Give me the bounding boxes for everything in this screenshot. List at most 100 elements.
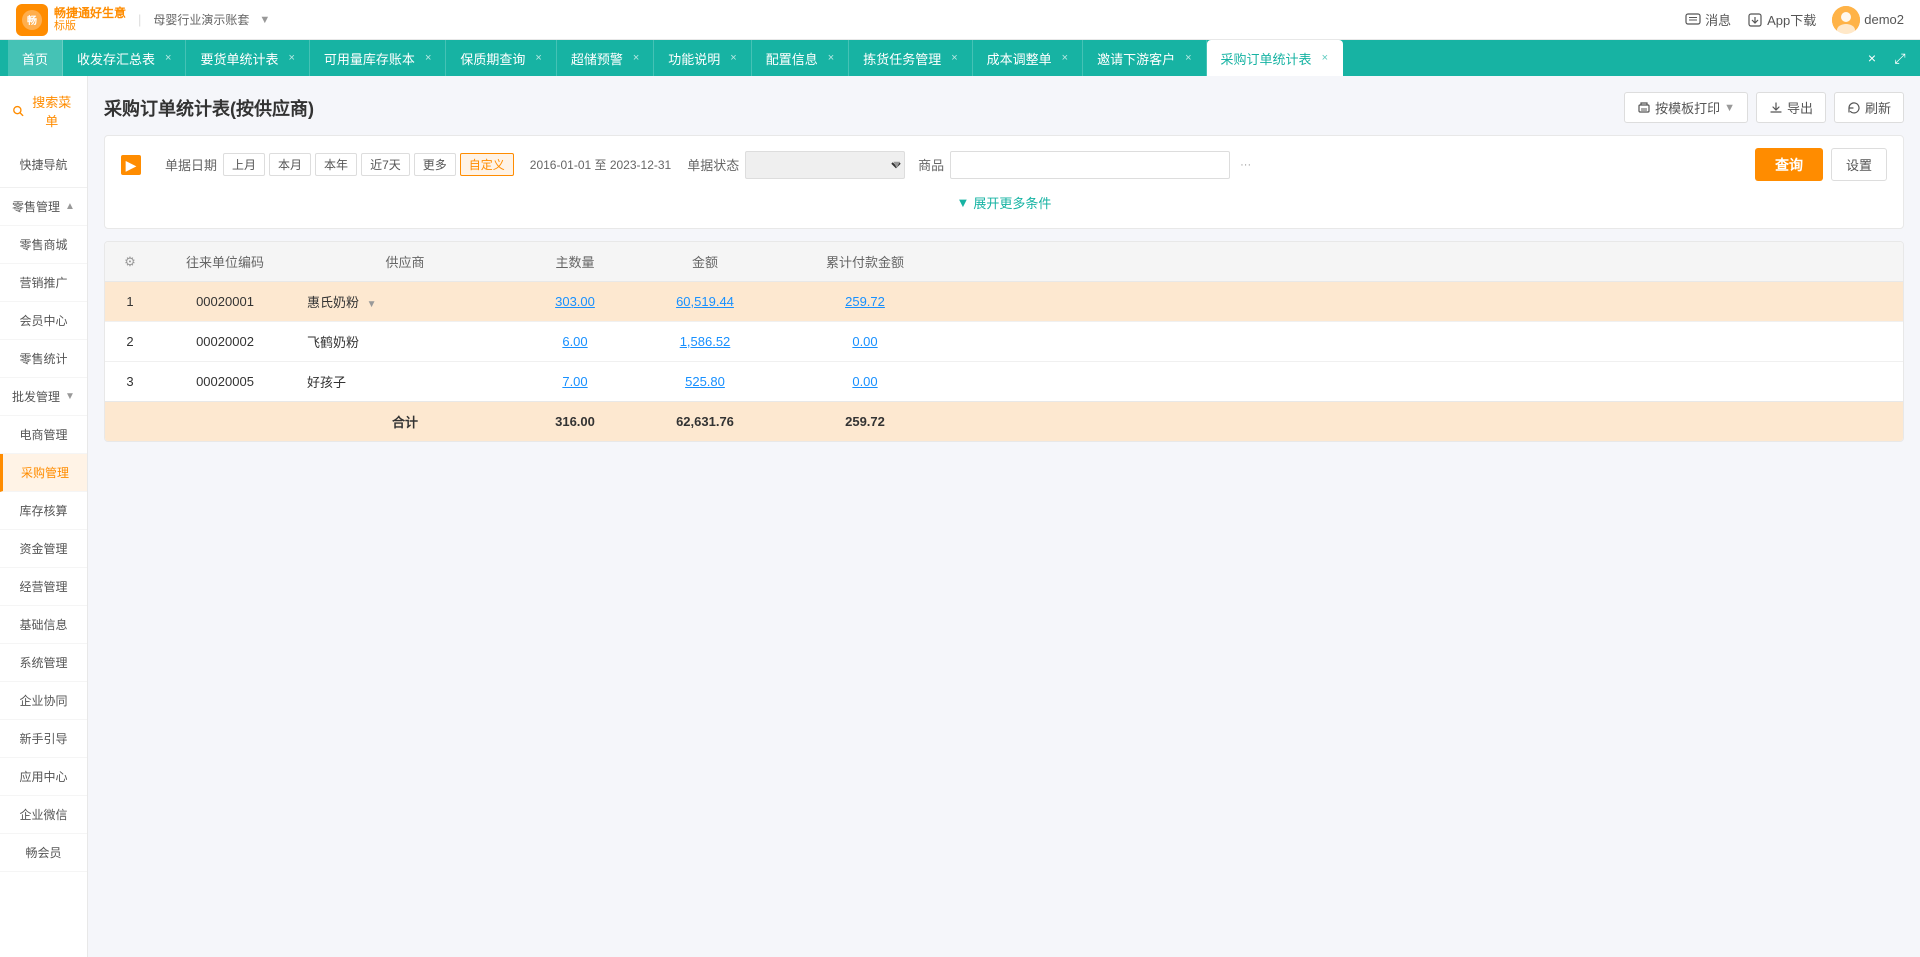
cell-amount[interactable]: 525.80 xyxy=(635,362,775,402)
filter-date-range: 2016-01-01 至 2023-12-31 xyxy=(530,156,671,173)
sidebar-item-enterprise[interactable]: 企业协同 xyxy=(0,682,87,720)
tab-config-info[interactable]: 配置信息 × xyxy=(752,40,849,76)
tab-close-purchase-order-stats[interactable]: × xyxy=(1322,52,1328,64)
sidebar-item-retail-stats[interactable]: 零售统计 xyxy=(0,340,87,378)
sidebar-quick-section: 快捷导航 xyxy=(0,146,87,188)
col-header-qty: 主数量 xyxy=(515,242,635,282)
filter-goods-input[interactable] xyxy=(950,151,1230,179)
filter-date-7days[interactable]: 近7天 xyxy=(361,153,410,176)
tab-home[interactable]: 首页 xyxy=(8,40,63,76)
sidebar-item-system[interactable]: 系统管理 xyxy=(0,644,87,682)
search-menu-button[interactable]: 搜索菜单 xyxy=(6,86,81,136)
data-table: ⚙ 往来单位编码 供应商 主数量 金额 累计付款金额 1 00020001 xyxy=(105,242,1903,441)
app-download-button[interactable]: App下载 xyxy=(1747,10,1816,29)
maximize-tab-action[interactable]: ⤢ xyxy=(1888,46,1912,70)
tab-close-order-stats[interactable]: × xyxy=(288,52,294,64)
tab-purchase-order-stats[interactable]: 采购订单统计表 × xyxy=(1207,40,1343,76)
cell-supplier: 惠氏奶粉 ▼ xyxy=(295,282,515,322)
tab-close-invite-downstream[interactable]: × xyxy=(1185,52,1191,64)
tab-quality-query[interactable]: 保质期查询 × xyxy=(446,40,556,76)
expand-more-button[interactable]: ▼ 展开更多条件 xyxy=(945,189,1064,216)
col-header-paid: 累计付款金额 xyxy=(775,242,955,282)
tab-cost-adjust[interactable]: 成本调整单 × xyxy=(973,40,1083,76)
tab-close-collection-summary[interactable]: × xyxy=(165,52,171,64)
sidebar-item-wholesale[interactable]: 批发管理 ▼ xyxy=(0,378,87,416)
filter-status-select[interactable] xyxy=(745,151,905,179)
table-row[interactable]: 2 00020002 飞鹤奶粉 6.00 1,586.52 0.00 xyxy=(105,322,1903,362)
cell-paid[interactable]: 259.72 xyxy=(775,282,955,322)
cell-qty[interactable]: 303.00 xyxy=(515,282,635,322)
sidebar-item-enterprise-wechat[interactable]: 企业微信 xyxy=(0,796,87,834)
settings-button[interactable]: 设置 xyxy=(1831,148,1887,181)
sidebar-item-members[interactable]: 会员中心 xyxy=(0,302,87,340)
tab-close-function-desc[interactable]: × xyxy=(730,52,736,64)
sidebar-item-operations[interactable]: 经营管理 xyxy=(0,568,87,606)
page-actions: 按模板打印 ▼ 导出 刷新 xyxy=(1624,92,1904,123)
messages-label: 消息 xyxy=(1705,10,1731,29)
sidebar-item-app-center[interactable]: 应用中心 xyxy=(0,758,87,796)
cell-paid[interactable]: 0.00 xyxy=(775,322,955,362)
print-button[interactable]: 按模板打印 ▼ xyxy=(1624,92,1748,123)
cell-amount[interactable]: 60,519.44 xyxy=(635,282,775,322)
sidebar-item-marketing[interactable]: 营销推广 xyxy=(0,264,87,302)
col-header-code: 往来单位编码 xyxy=(155,242,295,282)
cell-qty[interactable]: 7.00 xyxy=(515,362,635,402)
filter-goods-item: 商品 ··· xyxy=(918,151,1251,179)
tab-collection-summary[interactable]: 收发存汇总表 × xyxy=(63,40,186,76)
refresh-button[interactable]: 刷新 xyxy=(1834,92,1904,123)
tab-close-config-info[interactable]: × xyxy=(828,52,834,64)
filter-expand-icon[interactable]: ▶ xyxy=(121,155,141,175)
filter-date-this-year[interactable]: 本年 xyxy=(315,153,357,176)
cell-amount[interactable]: 1,586.52 xyxy=(635,322,775,362)
tab-overstock-warning[interactable]: 超储预警 × xyxy=(557,40,654,76)
col-header-settings: ⚙ xyxy=(105,242,155,282)
filter-custom-tag[interactable]: 自定义 xyxy=(460,153,514,176)
tab-available-stock[interactable]: 可用量库存账本 × xyxy=(310,40,446,76)
sidebar-item-vip[interactable]: 畅会员 xyxy=(0,834,87,872)
table-settings-icon[interactable]: ⚙ xyxy=(124,254,136,269)
tab-order-stats[interactable]: 要货单统计表 × xyxy=(186,40,309,76)
cell-qty[interactable]: 6.00 xyxy=(515,322,635,362)
sidebar-item-purchase[interactable]: 采购管理 xyxy=(0,454,87,492)
user-avatar-button[interactable]: demo2 xyxy=(1832,6,1904,34)
table-row[interactable]: 1 00020001 惠氏奶粉 ▼ 303.00 60,519.44 259.7… xyxy=(105,282,1903,322)
nav-tabs: 首页 收发存汇总表 × 要货单统计表 × 可用量库存账本 × 保质期查询 × 超… xyxy=(0,40,1920,76)
messages-button[interactable]: 消息 xyxy=(1685,10,1731,29)
sidebar-item-inventory[interactable]: 库存核算 xyxy=(0,492,87,530)
tab-close-available-stock[interactable]: × xyxy=(425,52,431,64)
top-bar-left: 畅 畅捷通好生意 标版 | 母婴行业演示账套 ▼ xyxy=(16,4,270,36)
sidebar-search-section: 搜索菜单 xyxy=(0,76,87,146)
tab-close-overstock-warning[interactable]: × xyxy=(633,52,639,64)
tab-close-picking-task[interactable]: × xyxy=(951,52,957,64)
sidebar-item-ecommerce[interactable]: 电商管理 xyxy=(0,416,87,454)
cell-no: 3 xyxy=(105,362,155,402)
supplier-dropdown-icon[interactable]: ▼ xyxy=(367,299,377,310)
user-name: demo2 xyxy=(1864,12,1904,27)
sidebar-item-new-guide[interactable]: 新手引导 xyxy=(0,720,87,758)
tab-function-desc[interactable]: 功能说明 × xyxy=(654,40,751,76)
cell-extra xyxy=(955,362,1903,402)
table-row[interactable]: 3 00020005 好孩子 7.00 525.80 0.00 xyxy=(105,362,1903,402)
sidebar-item-basic-info[interactable]: 基础信息 xyxy=(0,606,87,644)
footer-paid: 259.72 xyxy=(775,402,955,442)
quick-nav-button[interactable]: 快捷导航 xyxy=(6,150,81,179)
filter-date-more[interactable]: 更多 xyxy=(414,153,456,176)
sidebar-item-retail-mall[interactable]: 零售商城 xyxy=(0,226,87,264)
cell-paid[interactable]: 0.00 xyxy=(775,362,955,402)
close-tab-action[interactable]: × xyxy=(1860,46,1884,70)
tab-invite-downstream[interactable]: 邀请下游客户 × xyxy=(1083,40,1206,76)
tab-close-cost-adjust[interactable]: × xyxy=(1062,52,1068,64)
filter-date-this-month[interactable]: 本月 xyxy=(269,153,311,176)
retail-management-arrow: ▲ xyxy=(65,201,75,212)
goods-more-icon[interactable]: ··· xyxy=(1240,159,1251,171)
sidebar-item-retail-management[interactable]: 零售管理 ▲ xyxy=(0,188,87,226)
query-button[interactable]: 查询 xyxy=(1755,148,1823,181)
footer-amount: 62,631.76 xyxy=(635,402,775,442)
wholesale-arrow: ▼ xyxy=(65,391,75,402)
export-button[interactable]: 导出 xyxy=(1756,92,1826,123)
tab-picking-task[interactable]: 拣货任务管理 × xyxy=(849,40,972,76)
sidebar-item-finance[interactable]: 资金管理 xyxy=(0,530,87,568)
tab-close-quality-query[interactable]: × xyxy=(535,52,541,64)
filter-date-last-month[interactable]: 上月 xyxy=(223,153,265,176)
filter-date-options: 上月 本月 本年 近7天 更多 自定义 xyxy=(223,153,514,176)
